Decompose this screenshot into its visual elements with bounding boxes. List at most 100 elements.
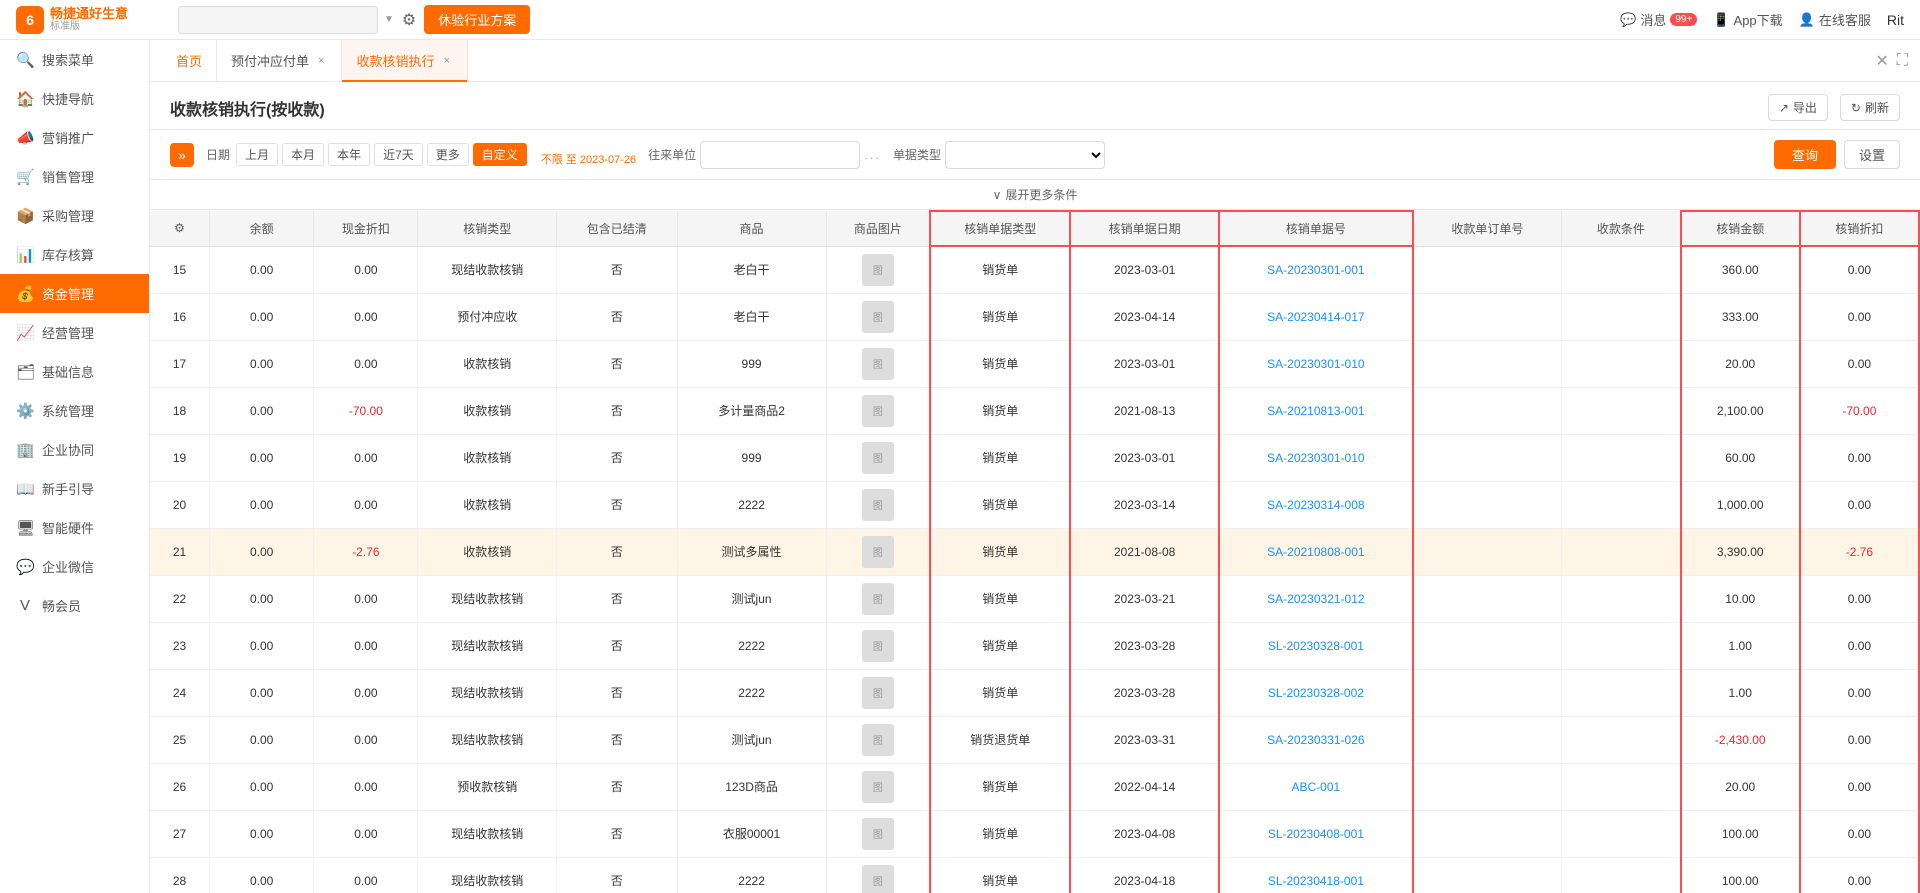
- verify-no-link[interactable]: SA-20230314-008: [1267, 498, 1364, 512]
- td-verify-type: 现结收款核销: [418, 622, 557, 669]
- expand-more-button[interactable]: ∨ 展开更多条件: [973, 180, 1098, 209]
- tab-collection-close[interactable]: ×: [440, 53, 452, 69]
- message-item[interactable]: 💬 消息 99+: [1620, 10, 1697, 29]
- th-include-settled: 包含已结清: [556, 211, 677, 246]
- home-icon: 🏠: [16, 90, 34, 108]
- verify-no-link[interactable]: SL-20230328-001: [1268, 639, 1364, 653]
- tab-expand-icon[interactable]: ⛶: [1897, 52, 1908, 70]
- td-verify-bill-type: 销货单: [930, 622, 1070, 669]
- sidebar-item-purchase[interactable]: 📦 采购管理: [0, 196, 149, 235]
- table-row: 23 0.00 0.00 现结收款核销 否 2222 图 销货单 2023-03…: [150, 622, 1919, 669]
- td-verify-amount: 1,000.00: [1681, 481, 1800, 528]
- verify-no-link[interactable]: SA-20230301-001: [1267, 263, 1364, 277]
- td-goods: 2222: [677, 857, 826, 893]
- filter-toggle-button[interactable]: »: [170, 143, 194, 167]
- td-verify-bill-type: 销货单: [930, 434, 1070, 481]
- tab-prepay-close[interactable]: ×: [315, 53, 327, 69]
- td-no: 23: [150, 622, 210, 669]
- gear-icon[interactable]: ⚙: [402, 10, 416, 30]
- table-container: ⚙ 余额 现金折扣 核销类型 包含已结清 商品 商品图片 核销单据类型 核销单据…: [150, 210, 1920, 893]
- verify-no-link[interactable]: SA-20230301-010: [1267, 357, 1364, 371]
- td-no: 27: [150, 810, 210, 857]
- date-btn-7days[interactable]: 近7天: [374, 143, 423, 166]
- td-verify-discount: 0.00: [1800, 293, 1919, 340]
- content-area: 首页 预付冲应付单 × 收款核销执行 × ✕ ⛶ 收款核销执行(按收款): [150, 40, 1920, 893]
- sidebar-item-wechat[interactable]: 💬 企业微信: [0, 547, 149, 586]
- td-goods-img: 图: [826, 575, 930, 622]
- td-verify-discount: 0.00: [1800, 246, 1919, 293]
- folder-icon: 🗂: [16, 363, 34, 381]
- partner-dots[interactable]: ...: [864, 147, 881, 162]
- sidebar-label-purchase: 采购管理: [42, 206, 94, 225]
- date-btn-this-year[interactable]: 本年: [328, 143, 370, 166]
- tab-home[interactable]: 首页: [162, 40, 217, 82]
- verify-no-link[interactable]: SA-20230414-017: [1267, 310, 1364, 324]
- sidebar-item-operations[interactable]: 📈 经营管理: [0, 313, 149, 352]
- sidebar-item-system[interactable]: ⚙️ 系统管理: [0, 391, 149, 430]
- td-cash-discount: 0.00: [314, 575, 418, 622]
- sidebar-item-enterprise[interactable]: 🏢 企业协同: [0, 430, 149, 469]
- partner-label: 往来单位: [648, 146, 696, 163]
- refresh-button[interactable]: ↻ 刷新: [1840, 94, 1900, 121]
- td-verify-date: 2023-03-01: [1070, 246, 1219, 293]
- col-settings-icon[interactable]: ⚙: [174, 221, 185, 235]
- sidebar-item-guide[interactable]: 📖 新手引导: [0, 469, 149, 508]
- tab-prepay[interactable]: 预付冲应付单 ×: [217, 40, 342, 82]
- tab-close-all-icon[interactable]: ✕: [1875, 51, 1888, 71]
- td-cash-discount: 0.00: [314, 669, 418, 716]
- partner-input[interactable]: [700, 141, 860, 169]
- td-verify-type: 收款核销: [418, 528, 557, 575]
- verify-no-link[interactable]: SA-20230321-012: [1267, 592, 1364, 606]
- verify-no-link[interactable]: SA-20210808-001: [1267, 545, 1364, 559]
- td-verify-amount: 10.00: [1681, 575, 1800, 622]
- query-button[interactable]: 查询: [1774, 140, 1836, 169]
- app-download-item[interactable]: 📱 App下载: [1713, 10, 1782, 29]
- sidebar-item-sales[interactable]: 🛒 销售管理: [0, 157, 149, 196]
- mobile-icon: 📱: [1713, 12, 1729, 28]
- collection-tab-label: 收款核销执行: [356, 51, 434, 70]
- verify-no-link[interactable]: SA-20210813-001: [1267, 404, 1364, 418]
- date-btn-this-month[interactable]: 本月: [282, 143, 324, 166]
- sidebar-item-finance[interactable]: 💰 资金管理: [0, 274, 149, 313]
- data-table: ⚙ 余额 现金折扣 核销类型 包含已结清 商品 商品图片 核销单据类型 核销单据…: [150, 210, 1920, 893]
- sidebar-item-basic-info[interactable]: 🗂 基础信息: [0, 352, 149, 391]
- td-balance: 0.00: [210, 763, 314, 810]
- date-btn-more[interactable]: 更多: [427, 143, 469, 166]
- table-row: 28 0.00 0.00 现结收款核销 否 2222 图 销货单 2023-04…: [150, 857, 1919, 893]
- date-btn-last-month[interactable]: 上月: [236, 143, 278, 166]
- search-dropdown-arrow[interactable]: ▼: [384, 14, 394, 25]
- td-verify-amount: 60.00: [1681, 434, 1800, 481]
- settings-button[interactable]: 设置: [1844, 140, 1900, 169]
- sidebar-item-smart-hw[interactable]: 🖥 智能硬件: [0, 508, 149, 547]
- td-receipt-order-no: [1413, 857, 1562, 893]
- sidebar-item-member[interactable]: V 畅会员: [0, 586, 149, 625]
- verify-no-link[interactable]: SA-20230331-026: [1267, 733, 1364, 747]
- td-verify-bill-type: 销货单: [930, 810, 1070, 857]
- industry-solution-button[interactable]: 休验行业方案: [424, 5, 530, 34]
- bill-type-select[interactable]: [945, 141, 1105, 169]
- tab-collection[interactable]: 收款核销执行 ×: [342, 40, 467, 82]
- date-btn-custom[interactable]: 自定义: [473, 143, 527, 166]
- verify-no-link[interactable]: SL-20230418-001: [1268, 874, 1364, 888]
- th-receipt-order-no: 收款单订单号: [1413, 211, 1562, 246]
- online-service-item[interactable]: 👤 在线客服: [1799, 10, 1871, 29]
- refresh-icon: ↻: [1851, 101, 1861, 115]
- td-verify-bill-type: 销货单: [930, 763, 1070, 810]
- th-verify-date: 核销单据日期: [1070, 211, 1219, 246]
- td-goods: 999: [677, 340, 826, 387]
- td-goods: 测试jun: [677, 716, 826, 763]
- top-search-input[interactable]: [178, 6, 378, 34]
- td-goods-img: 图: [826, 622, 930, 669]
- sidebar-item-inventory[interactable]: 📊 库存核算: [0, 235, 149, 274]
- export-button[interactable]: ↗ 导出: [1768, 94, 1828, 121]
- sidebar-item-marketing[interactable]: 📣 营销推广: [0, 118, 149, 157]
- user-name-item[interactable]: Rit: [1887, 12, 1904, 28]
- verify-no-link[interactable]: ABC-001: [1292, 780, 1341, 794]
- table-row: 15 0.00 0.00 现结收款核销 否 老白干 图 销货单 2023-03-…: [150, 246, 1919, 293]
- verify-no-link[interactable]: SA-20230301-010: [1267, 451, 1364, 465]
- sidebar-item-quick-nav[interactable]: 🏠 快捷导航: [0, 79, 149, 118]
- td-verify-no: SA-20230301-010: [1219, 340, 1413, 387]
- verify-no-link[interactable]: SL-20230408-001: [1268, 827, 1364, 841]
- verify-no-link[interactable]: SL-20230328-002: [1268, 686, 1364, 700]
- sidebar-item-search-menu[interactable]: 🔍 搜索菜单: [0, 40, 149, 79]
